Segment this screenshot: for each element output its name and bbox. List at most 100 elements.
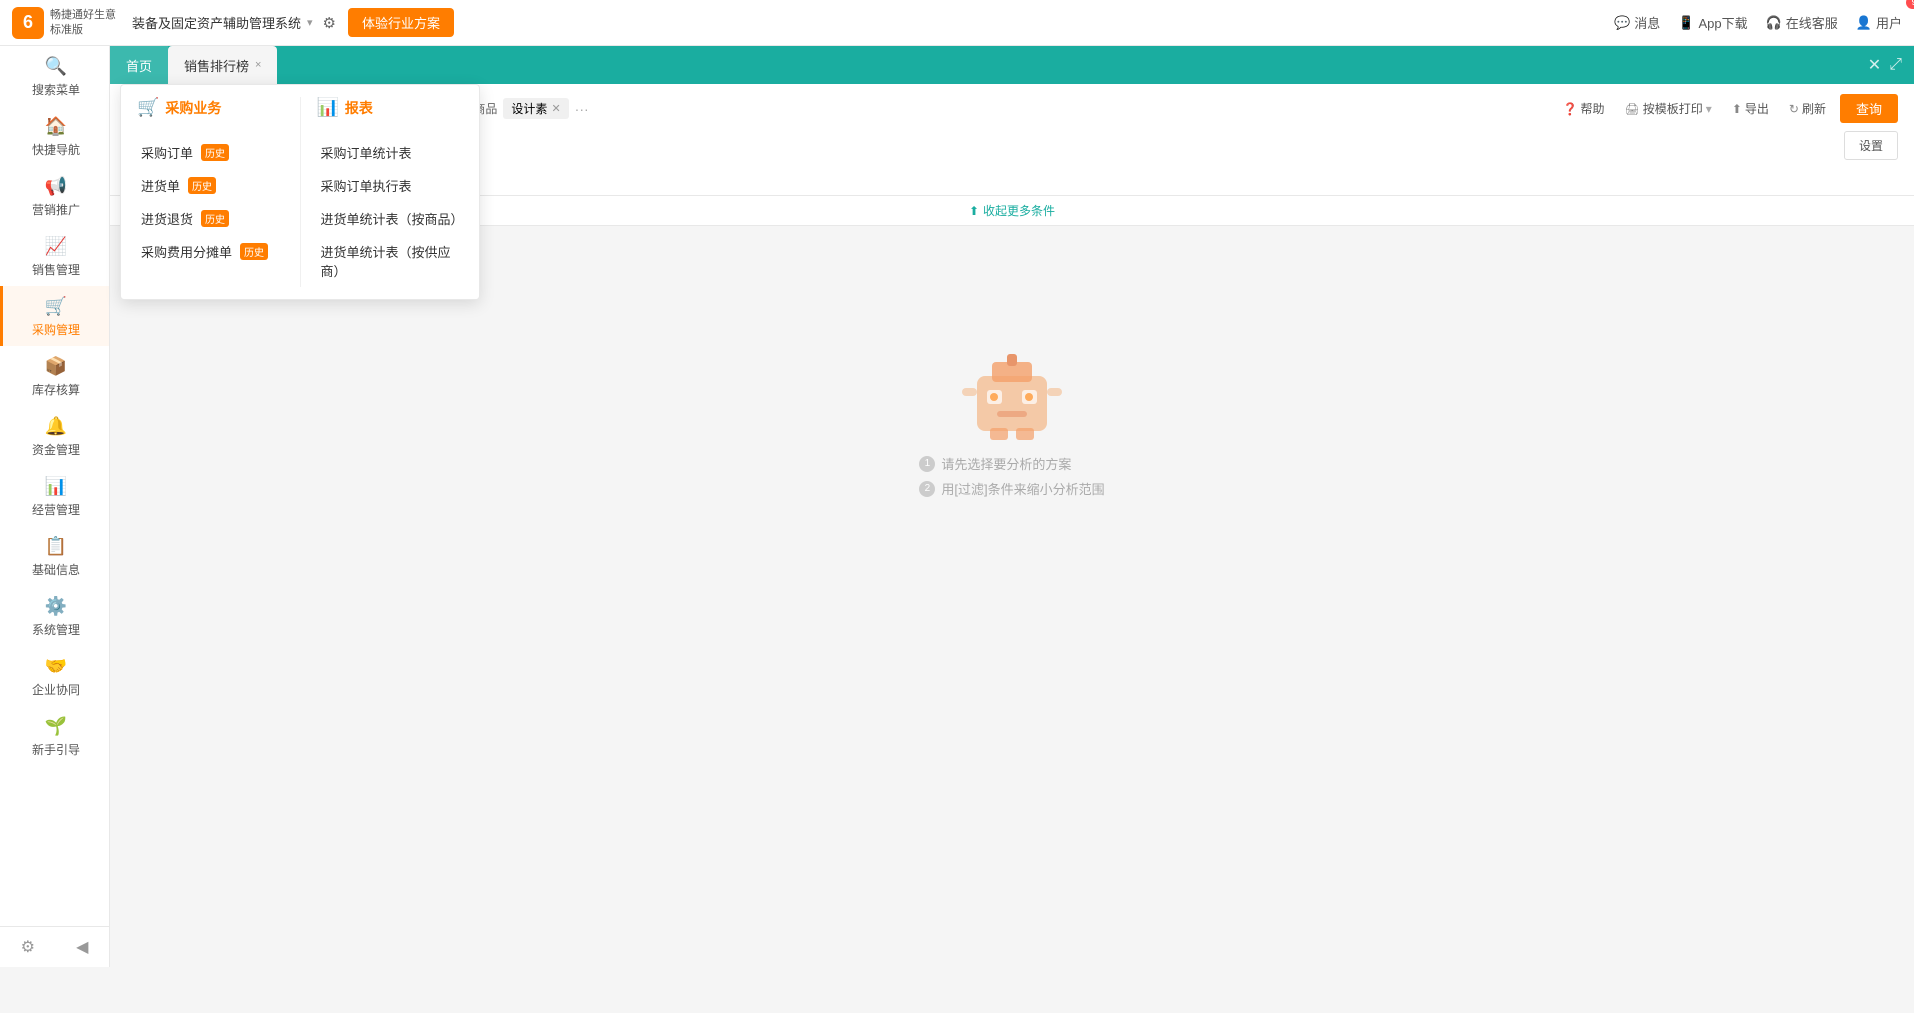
sidebar-item-marketing[interactable]: 📢 营销推广 [0,166,109,226]
sidebar-item-inventory[interactable]: 📦 库存核算 [0,346,109,406]
user-btn[interactable]: 👤 用户 [1856,13,1902,32]
sidebar-item-sales[interactable]: 📈 销售管理 [0,226,109,286]
menu-item-goods-return[interactable]: 进货退货 历史 [137,202,284,235]
purchase-icon: 🛒 [45,296,67,317]
product-tag-remove-icon[interactable]: ✕ [551,102,560,115]
sidebar-item-system[interactable]: ⚙️ 系统管理 [0,586,109,646]
message-label: 消息 [1634,13,1660,32]
sidebar-label-purchase: 采购管理 [32,321,80,338]
tabbar: 首页 销售排行榜 × ✕ ⤢ [110,46,1914,84]
app-download-btn[interactable]: 📱 App下载 [1678,13,1747,32]
print-label: 按模板打印 [1643,100,1703,117]
topbar-right: 💬 消息 9 📱 App下载 🎧 在线客服 👤 用户 [1614,13,1902,32]
sidebar-item-finance[interactable]: 🔔 资金管理 [0,406,109,466]
tab-home[interactable]: 首页 [110,46,168,84]
cooperation-icon: 🤝 [45,656,67,677]
sidebar-label-finance: 资金管理 [32,441,80,458]
menu-item-goods-receipt[interactable]: 进货单 历史 [137,169,284,202]
sidebar-item-basic-info[interactable]: 📋 基础信息 [0,526,109,586]
system-arrow-icon[interactable]: ▾ [307,16,313,29]
goods-receipt-label: 进货单 [141,176,180,195]
export-btn[interactable]: ⬆ 导出 [1726,97,1775,120]
home-icon: 🏠 [45,116,67,137]
sidebar-collapse-btn[interactable]: ◀ [76,937,88,957]
sidebar-item-operation[interactable]: 📊 经营管理 [0,466,109,526]
sidebar-settings-btn[interactable]: ⚙ [21,937,35,957]
finance-icon: 🔔 [45,416,67,437]
history-badge-2: 历史 [188,177,216,194]
purchase-col-title-label: 采购业务 [165,98,221,118]
menu-item-purchase-order[interactable]: 采购订单 历史 [137,136,284,169]
message-icon: 💬 [1614,15,1630,31]
print-arrow-icon: ▾ [1706,102,1712,116]
goods-return-label: 进货退货 [141,209,193,228]
basic-info-icon: 📋 [45,536,67,557]
tab-expand-icon[interactable]: ⤢ [1889,56,1902,74]
step1-dot: 1 [919,456,935,472]
print-btn[interactable]: 🖨 按模板打印 ▾ [1619,97,1718,120]
sidebar-item-cooperation[interactable]: 🤝 企业协同 [0,646,109,706]
menu-item-purchase-cost[interactable]: 采购费用分摊单 历史 [137,235,284,268]
history-badge-1: 历史 [201,144,229,161]
refresh-label: 刷新 [1802,100,1826,117]
sidebar-item-quick-nav[interactable]: 🏠 快捷导航 [0,106,109,166]
home-tab-label: 首页 [126,56,152,75]
help-btn[interactable]: ❓ 帮助 [1557,97,1611,120]
user-avatar: 👤 [1856,15,1872,31]
sidebar-label-cooperation: 企业协同 [32,681,80,698]
menu-item-purchase-order-exec[interactable]: 采购订单执行表 [317,169,464,202]
menu-columns: 🛒 采购业务 采购订单 历史 进货单 历史 进货退货 历史 采购费用分摊单 历史 [121,97,479,287]
refresh-btn[interactable]: ↻ 刷新 [1783,97,1832,120]
logo-icon: 6 [12,7,44,39]
goods-receipt-stats-product-label: 进货单统计表（按商品） [321,209,460,228]
empty-hint-1-text: 请先选择要分析的方案 [941,454,1071,473]
tab-sales-ranking[interactable]: 销售排行榜 × [168,46,277,84]
refresh-icon: ↻ [1789,102,1799,116]
collapse-up-icon: ⬆ [969,204,979,218]
tab-minimize-icon[interactable]: ✕ [1868,55,1881,75]
empty-text: 1 请先选择要分析的方案 2 用[过滤]条件来缩小分析范围 [919,454,1104,498]
purchase-cost-label: 采购费用分摊单 [141,242,232,261]
purchase-dropdown-menu: 🛒 采购业务 采购订单 历史 进货单 历史 进货退货 历史 采购费用分摊单 历史 [120,84,480,300]
tab-close-icon[interactable]: × [255,59,261,71]
product-more-icon[interactable]: ··· [575,101,589,117]
history-badge-4: 历史 [240,243,268,260]
product-tag: 设计素 ✕ [503,98,568,119]
settings-btn[interactable]: 设置 [1844,131,1898,160]
operation-icon: 📊 [45,476,67,497]
app-download-label: App下载 [1698,13,1747,32]
system-settings-icon[interactable]: ⚙ [323,14,336,32]
sidebar-label-basic-info: 基础信息 [32,561,80,578]
export-label: 导出 [1745,100,1769,117]
step2-dot: 2 [919,481,935,497]
inventory-icon: 📦 [45,356,67,377]
industry-btn[interactable]: 体验行业方案 [348,8,454,37]
reports-menu-icon: 📊 [317,97,339,118]
robot-svg [952,346,1072,446]
sidebar-item-guide[interactable]: 🌱 新手引导 [0,706,109,766]
help-icon: ❓ [1563,102,1578,116]
message-btn[interactable]: 💬 消息 9 [1614,13,1660,32]
sales-ranking-label: 销售排行榜 [184,56,249,75]
logo-area: 6 畅捷通好生意 标准版 [12,7,122,39]
logo-text: 畅捷通好生意 标准版 [50,8,116,37]
sales-icon: 📈 [45,236,67,257]
print-icon: 🖨 [1625,102,1640,116]
sidebar-item-search[interactable]: 🔍 搜索菜单 [0,46,109,106]
menu-item-purchase-order-stats[interactable]: 采购订单统计表 [317,136,464,169]
menu-item-goods-receipt-stats-supplier[interactable]: 进货单统计表（按供应商） [317,235,464,287]
menu-item-goods-receipt-stats-product[interactable]: 进货单统计表（按商品） [317,202,464,235]
sidebar-label-marketing: 营销推广 [32,201,80,218]
sidebar-label-operation: 经营管理 [32,501,80,518]
empty-illustration [952,346,1072,446]
query-btn[interactable]: 查询 [1840,94,1898,123]
online-service-btn[interactable]: 🎧 在线客服 [1766,13,1838,32]
sidebar-item-purchase[interactable]: 🛒 采购管理 [0,286,109,346]
sidebar-label-inventory: 库存核算 [32,381,80,398]
headset-icon: 🎧 [1766,15,1782,31]
empty-hint-2: 2 用[过滤]条件来缩小分析范围 [919,479,1104,498]
message-badge: 9 [1906,0,1914,9]
sidebar-bottom: ⚙ ◀ [0,926,109,967]
purchase-order-exec-label: 采购订单执行表 [321,176,412,195]
history-badge-3: 历史 [201,210,229,227]
